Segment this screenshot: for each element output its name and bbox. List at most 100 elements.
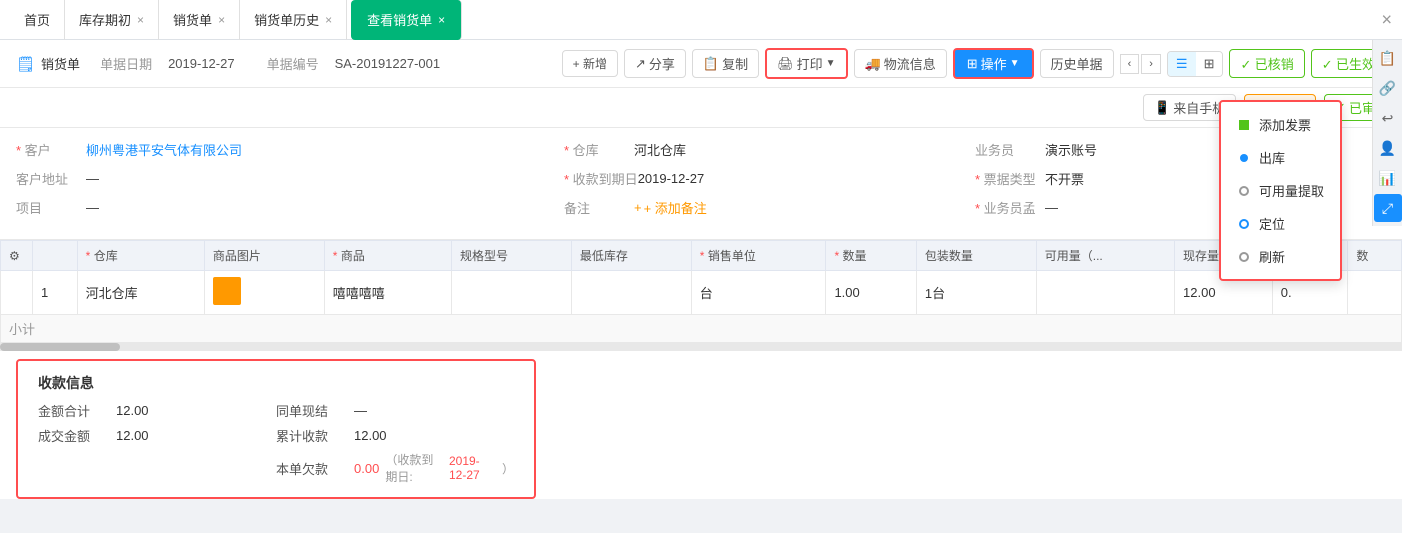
invoice-icon [1237,118,1251,132]
owed-date: 2019-12-27 [449,454,496,482]
view-grid-button[interactable]: ⊞ [1196,52,1223,76]
col-sales-unit: 销售单位 [691,241,826,271]
form-row-1: 客户 柳州粤港平安气体有限公司 仓库 河北仓库 业务员 演示账号 [16,140,1386,159]
summary-grid: 金额合计 12.00 同单现结 — 成交金额 12.00 累计收款 12.00 … [38,401,514,485]
tab-close-view-sales[interactable]: × [438,13,445,27]
sold-button[interactable]: ✓ 已核销 [1229,49,1304,78]
tab-inventory[interactable]: 库存期初 × [65,0,159,40]
sidebar-icon-link[interactable]: 🔗 [1374,74,1402,102]
sidebar-icon-chart[interactable]: 📊 [1374,164,1402,192]
col-available: 可用量（... [1036,241,1174,271]
project-label: 项目 [16,198,86,217]
sidebar-icon-note[interactable]: 📋 [1374,44,1402,72]
copy-button[interactable]: 📋 复制 [692,49,759,78]
operations-button[interactable]: ⊞ 操作 ▼ [953,48,1034,79]
scroll-bar[interactable] [0,343,1402,351]
staff2-label: 业务员孟 [975,198,1045,217]
dropdown-locate[interactable]: 定位 [1221,207,1340,240]
payment-date-label: 收款到期日 [564,169,638,188]
doc-no-label: 单据编号 [267,54,319,73]
address-label: 客户地址 [16,169,86,188]
main-content: 🗒 销货单 单据日期 2019-12-27 单据编号 SA-20191227-0… [0,40,1402,499]
tab-home[interactable]: 首页 [10,0,65,40]
cell-img [204,271,324,315]
col-img: 商品图片 [204,241,324,271]
warehouse-field: 仓库 河北仓库 [564,140,975,159]
doc-meta: 单据日期 2019-12-27 单据编号 SA-20191227-001 [100,54,440,73]
warehouse-label: 仓库 [564,140,634,159]
dropdown-available[interactable]: 可用量提取 [1221,174,1340,207]
outbound-icon [1237,151,1251,165]
col-gear: ⚙ [1,241,33,271]
print-button[interactable]: 🖨 打印 ▼ [765,48,847,79]
doc-title-text: 销货单 [41,54,80,73]
dropdown-add-invoice[interactable]: 添加发票 [1221,108,1340,141]
cell-quantity: 1.00 [826,271,916,315]
table-row: 1 河北仓库 嘻嘻嘻嘻 台 1.00 1台 12.00 0. [1,271,1402,315]
print-dropdown-arrow: ▼ [826,58,836,69]
sidebar-icon-expand[interactable]: ⤢ [1374,194,1402,222]
address-field: 客户地址 — [16,169,564,188]
prev-button[interactable]: ‹ [1120,54,1140,74]
print-icon: 🖨 [777,56,794,72]
tab-close-sales[interactable]: × [218,13,225,27]
right-sidebar: 📋 🔗 ↩ 👤 📊 ⤢ [1372,40,1402,226]
staff-value: 演示账号 [1045,140,1097,159]
tab-close-sales-history[interactable]: × [325,13,332,27]
doc-title: 🗒 销货单 [16,54,80,73]
col-spec: 规格型号 [452,241,572,271]
doc-icon: 🗒 [16,55,35,73]
table-container: ⚙ 仓库 商品图片 商品 规格型号 最低库存 销售单位 数量 包装数量 可用量（… [0,239,1402,351]
cell-spec [452,271,572,315]
cell-pack-qty: 1台 [916,271,1036,315]
next-button[interactable]: › [1141,54,1161,74]
form-area: 客户 柳州粤港平安气体有限公司 仓库 河北仓库 业务员 演示账号 客户地址 — … [0,128,1402,239]
view-toggle: ☰ ⊞ [1167,51,1224,77]
phone-icon: 📱 [1154,100,1170,116]
col-warehouse: 仓库 [77,241,204,271]
cell-select[interactable] [1,271,33,315]
history-button[interactable]: 历史单据 [1040,49,1114,78]
ticket-label: 票据类型 [975,169,1045,188]
scroll-thumb[interactable] [0,343,120,351]
sidebar-icon-return[interactable]: ↩ [1374,104,1402,132]
share-button[interactable]: ↗ 分享 [624,49,686,78]
locate-icon [1237,217,1251,231]
nav-arrows: ‹ › [1120,54,1161,74]
summary-deal-amt: 成交金额 12.00 [38,426,276,445]
summary-total: 金额合计 12.00 [38,401,276,420]
ticket-value: 不开票 [1045,169,1084,188]
window-close-btn[interactable]: × [1381,9,1392,30]
operations-icon: ⊞ [967,56,978,72]
tab-sales-history[interactable]: 销货单历史 × [240,0,347,40]
available-icon [1237,184,1251,198]
col-more: 数 [1348,241,1402,271]
summary-collected: 累计收款 12.00 [276,426,514,445]
summary-title: 收款信息 [38,373,514,393]
add-remark-btn[interactable]: + + 添加备注 [634,198,707,217]
view-list-button[interactable]: ☰ [1168,52,1196,76]
customer-field: 客户 柳州粤港平安气体有限公司 [16,140,564,159]
refresh-icon [1237,250,1251,264]
cell-available [1036,271,1174,315]
sidebar-icon-user[interactable]: 👤 [1374,134,1402,162]
dropdown-refresh[interactable]: 刷新 [1221,240,1340,273]
effective-icon: ✓ [1322,57,1333,72]
check-icon: ✓ [1240,57,1251,72]
cell-sales-unit: 台 [691,271,826,315]
new-button[interactable]: + 新增 [562,50,618,77]
tab-view-sales[interactable]: 查看销货单 × [351,0,462,40]
tab-close-inventory[interactable]: × [137,13,144,27]
cell-num: 1 [33,271,78,315]
col-num [33,241,78,271]
col-product: 商品 [324,241,451,271]
logistics-button[interactable]: 🚚 物流信息 [854,49,947,78]
copy-icon: 📋 [703,56,719,72]
product-image [213,277,241,305]
dropdown-outbound[interactable]: 出库 [1221,141,1340,174]
secondary-toolbar: 📱 来自手机 ● 未开票 ✓ 已审 [0,88,1402,128]
tab-sales[interactable]: 销货单 × [159,0,240,40]
summary-same-settle: 同单现结 — [276,401,514,420]
customer-value[interactable]: 柳州粤港平安气体有限公司 [86,140,242,159]
plus-icon: + [634,200,642,215]
